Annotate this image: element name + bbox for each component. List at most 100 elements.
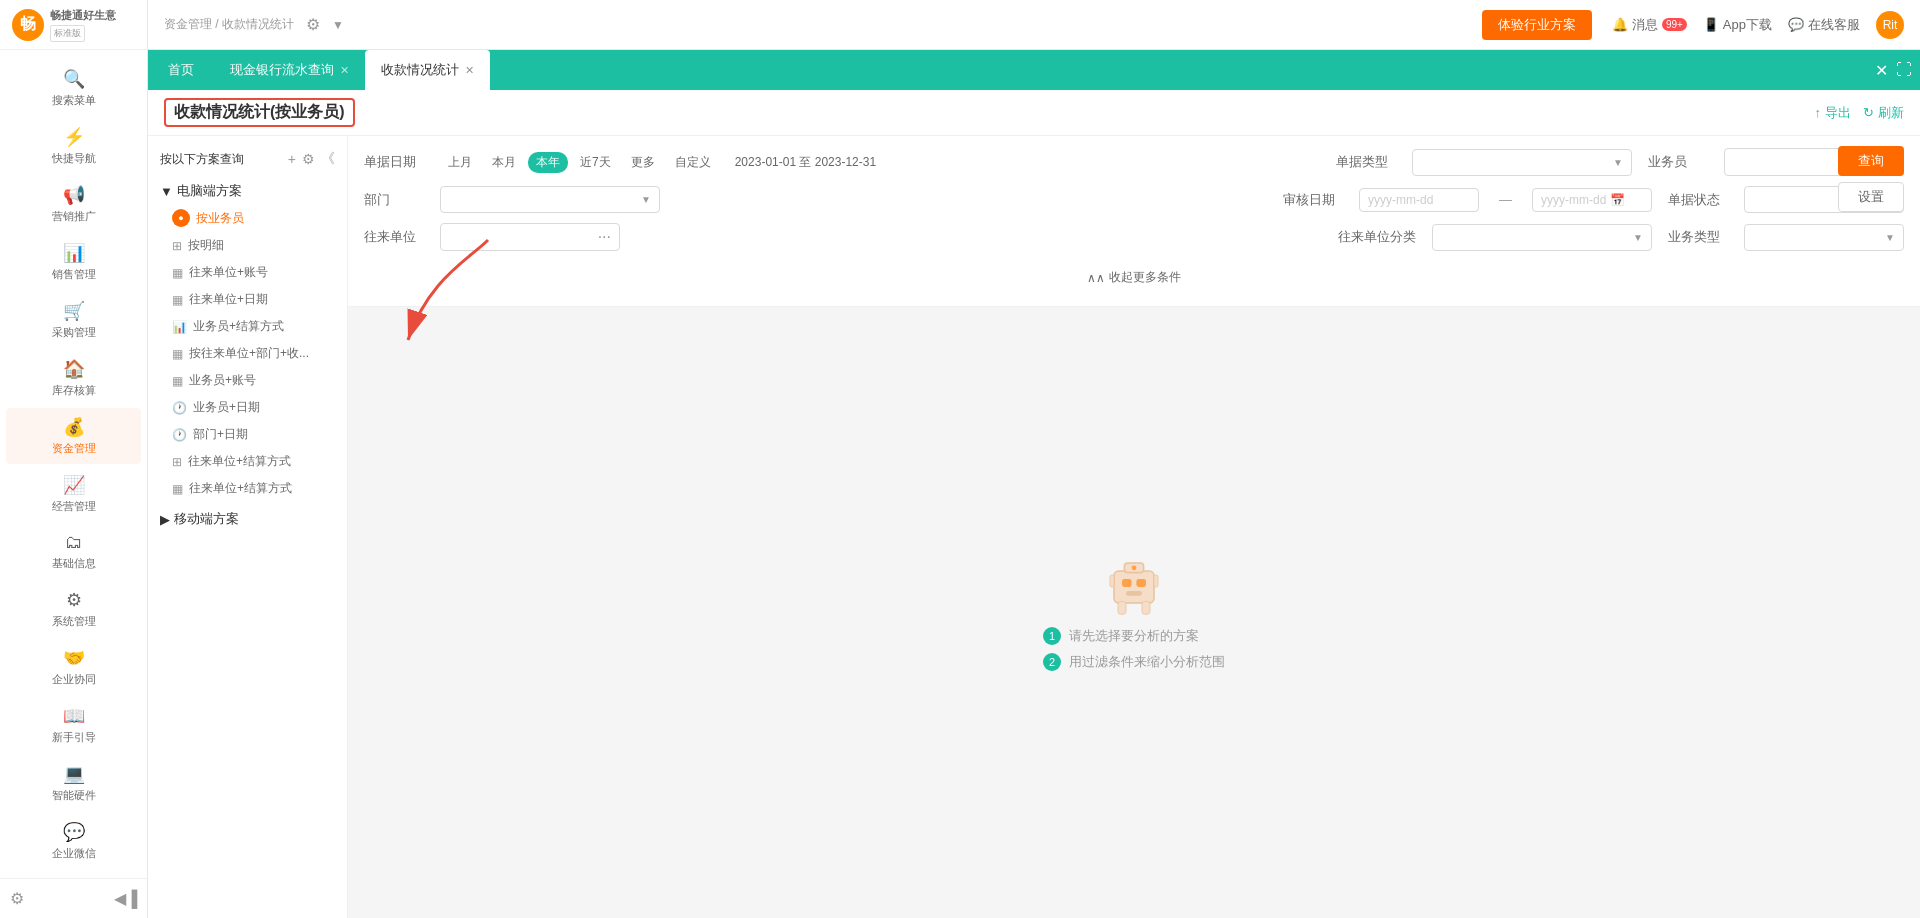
scheme-item-counter-date[interactable]: ▦ 往来单位+日期 xyxy=(172,286,347,313)
doc-type-select[interactable]: ▼ xyxy=(1412,149,1632,176)
scheme-item-salesperson-account[interactable]: ▦ 业务员+账号 xyxy=(172,367,347,394)
collapse-more-button[interactable]: ∧∧ 收起更多条件 xyxy=(364,261,1904,294)
date-tab-prevmonth[interactable]: 上月 xyxy=(440,152,480,173)
dept-arrow-icon: ▼ xyxy=(641,194,651,205)
date-tab-last7days[interactable]: 近7天 xyxy=(572,152,619,173)
scheme-header: 按以下方案查询 + ⚙ 《 xyxy=(148,144,347,174)
sidebar-item-marketing[interactable]: 📢 营销推广 xyxy=(6,176,141,232)
sidebar-item-search[interactable]: 🔍 搜索菜单 xyxy=(6,60,141,116)
table-icon-1: ▦ xyxy=(172,266,183,280)
collapse-sidebar-icon[interactable]: ◀▐ xyxy=(114,889,137,908)
scheme-item-counter-account[interactable]: ▦ 往来单位+账号 xyxy=(172,259,347,286)
sidebar-item-hardware[interactable]: 💻 智能硬件 xyxy=(6,755,141,811)
sidebar-item-wechat[interactable]: 💬 企业微信 xyxy=(6,813,141,869)
sidebar-item-operation[interactable]: 📈 经营管理 xyxy=(6,466,141,522)
sidebar-item-system[interactable]: ⚙ 系统管理 xyxy=(6,581,141,637)
app-download-item[interactable]: 📱 App下载 xyxy=(1703,16,1772,34)
tab-close-all-icon[interactable]: ✕ xyxy=(1875,61,1888,80)
scheme-item-by-detail[interactable]: ⊞ 按明细 xyxy=(172,232,347,259)
scheme-item-dept-date[interactable]: 🕐 部门+日期 xyxy=(172,421,347,448)
sidebar-item-basicinfo[interactable]: 🗂 基础信息 xyxy=(6,524,141,579)
sidebar-item-purchase[interactable]: 🛒 采购管理 xyxy=(6,292,141,348)
counter-select[interactable]: ··· xyxy=(440,223,620,251)
counter-category-select[interactable]: ▼ xyxy=(1432,224,1652,251)
page-title-bar: 收款情况统计(按业务员) ↑ 导出 ↻ 刷新 xyxy=(148,90,1920,136)
scheme-mobile-title[interactable]: ▶ 移动端方案 xyxy=(148,506,347,532)
svg-rect-6 xyxy=(1118,601,1126,614)
sidebar-item-member[interactable]: 👑 畅会员 xyxy=(6,871,141,878)
svg-rect-2 xyxy=(1136,579,1146,587)
svg-rect-3 xyxy=(1126,591,1142,596)
scheme-settings-icon[interactable]: ⚙ xyxy=(302,151,315,167)
scheme-item-by-salesperson[interactable]: ● 按业务员 xyxy=(172,204,347,232)
scheme-item-counter-dept[interactable]: ▦ 按往来单位+部门+收... xyxy=(172,340,347,367)
dept-select[interactable]: ▼ xyxy=(440,186,660,213)
tab-receipt[interactable]: 收款情况统计 ✕ xyxy=(365,50,490,90)
try-industry-button[interactable]: 体验行业方案 xyxy=(1482,10,1592,40)
floating-actions: 查询 设置 xyxy=(1838,146,1904,212)
tab-close-bank[interactable]: ✕ xyxy=(340,64,349,77)
sidebar-item-inventory[interactable]: 🏠 库存核算 xyxy=(6,350,141,406)
marketing-icon: 📢 xyxy=(63,184,85,206)
online-service-item[interactable]: 💬 在线客服 xyxy=(1788,16,1860,34)
scheme-collapse-icon[interactable]: 《 xyxy=(321,150,335,168)
notification-item[interactable]: 🔔 消息 99+ xyxy=(1612,16,1687,34)
notification-badge: 99+ xyxy=(1662,18,1687,31)
query-button[interactable]: 查询 xyxy=(1838,146,1904,176)
sidebar-item-finance[interactable]: 💰 资金管理 xyxy=(6,408,141,464)
date-tab-thismonth[interactable]: 本月 xyxy=(484,152,524,173)
date-tab-more[interactable]: 更多 xyxy=(623,152,663,173)
scheme-item-salesperson-date[interactable]: 🕐 业务员+日期 xyxy=(172,394,347,421)
empty-illustration xyxy=(1094,547,1174,627)
scheme-list-desktop: ● 按业务员 ⊞ 按明细 ▦ 往来单位+账号 ▦ xyxy=(148,204,347,502)
top-nav: 资金管理 / 收款情况统计 ⚙ ▼ 体验行业方案 🔔 消息 99+ 📱 App下… xyxy=(148,0,1920,50)
user-avatar[interactable]: Rit xyxy=(1876,11,1904,39)
date-tab-thisyear[interactable]: 本年 xyxy=(528,152,568,173)
date-tab-custom[interactable]: 自定义 xyxy=(667,152,719,173)
operation-icon: 📈 xyxy=(63,474,85,496)
sidebar: 畅 畅捷通好生意 标准版 🔍 搜索菜单 ⚡ 快捷导航 📢 营销推广 📊 销售管理… xyxy=(0,0,148,918)
tab-close-receipt[interactable]: ✕ xyxy=(465,64,474,77)
filter-row-date: 单据日期 上月 本月 本年 近7天 更多 自定义 2023-01-01 至 20… xyxy=(364,148,1904,176)
tab-bar-end: ✕ ⛶ xyxy=(1875,61,1920,80)
scheme-item-counter-settle2[interactable]: ▦ 往来单位+结算方式 xyxy=(172,475,347,502)
breadcrumb: 资金管理 / 收款情况统计 xyxy=(164,16,294,33)
svg-rect-5 xyxy=(1154,575,1158,587)
table-icon-4: ▦ xyxy=(172,374,183,388)
scheme-item-counter-settle1[interactable]: ⊞ 往来单位+结算方式 xyxy=(172,448,347,475)
sidebar-item-quicknav[interactable]: ⚡ 快捷导航 xyxy=(6,118,141,174)
page-title: 收款情况统计(按业务员) xyxy=(164,98,355,127)
salesperson-label: 业务员 xyxy=(1648,153,1708,171)
counter-dots-icon[interactable]: ··· xyxy=(598,228,611,246)
date-label: 单据日期 xyxy=(364,153,424,171)
sidebar-item-sales[interactable]: 📊 销售管理 xyxy=(6,234,141,290)
logo-text: 畅捷通好生意 xyxy=(50,8,116,23)
logo-icon: 畅 xyxy=(12,9,44,41)
scheme-add-icon[interactable]: + xyxy=(288,151,296,167)
counter-label: 往来单位 xyxy=(364,228,424,246)
filter-row-dept: 部门 ▼ 审核日期 yyyy-mm-dd — yyyy-mm-dd 📅 xyxy=(364,186,1904,213)
export-button[interactable]: ↑ 导出 xyxy=(1815,104,1852,122)
page-actions: ↑ 导出 ↻ 刷新 xyxy=(1815,104,1905,122)
sidebar-item-guide[interactable]: 📖 新手引导 xyxy=(6,697,141,753)
empty-steps: 1 请先选择要分析的方案 2 用过滤条件来缩小分析范围 xyxy=(1043,627,1225,679)
tab-maximize-icon[interactable]: ⛶ xyxy=(1896,61,1912,79)
tab-home[interactable]: 首页 xyxy=(148,50,214,90)
refresh-button[interactable]: ↻ 刷新 xyxy=(1863,104,1904,122)
sidebar-bottom: ⚙ ◀▐ xyxy=(0,878,147,918)
step-num-1: 1 xyxy=(1043,627,1061,645)
scheme-desktop-title[interactable]: ▼ 电脑端方案 xyxy=(148,178,347,204)
scheme-item-salesperson-settle[interactable]: 📊 业务员+结算方式 xyxy=(172,313,347,340)
review-date-end[interactable]: yyyy-mm-dd 📅 xyxy=(1532,188,1652,212)
wechat-icon: 💬 xyxy=(63,821,85,843)
business-type-select[interactable]: ▼ xyxy=(1744,224,1904,251)
sidebar-item-enterprise[interactable]: 🤝 企业协同 xyxy=(6,639,141,695)
settings-bottom-icon[interactable]: ⚙ xyxy=(10,889,24,908)
date-range-display: 2023-01-01 至 2023-12-31 xyxy=(735,154,876,171)
nav-arrow-icon[interactable]: ▼ xyxy=(332,18,344,32)
gear-icon[interactable]: ⚙ xyxy=(306,15,320,34)
tab-bank[interactable]: 现金银行流水查询 ✕ xyxy=(214,50,365,90)
review-date-start[interactable]: yyyy-mm-dd xyxy=(1359,188,1479,212)
settings-button[interactable]: 设置 xyxy=(1838,182,1904,212)
bell-icon: 🔔 xyxy=(1612,17,1628,32)
